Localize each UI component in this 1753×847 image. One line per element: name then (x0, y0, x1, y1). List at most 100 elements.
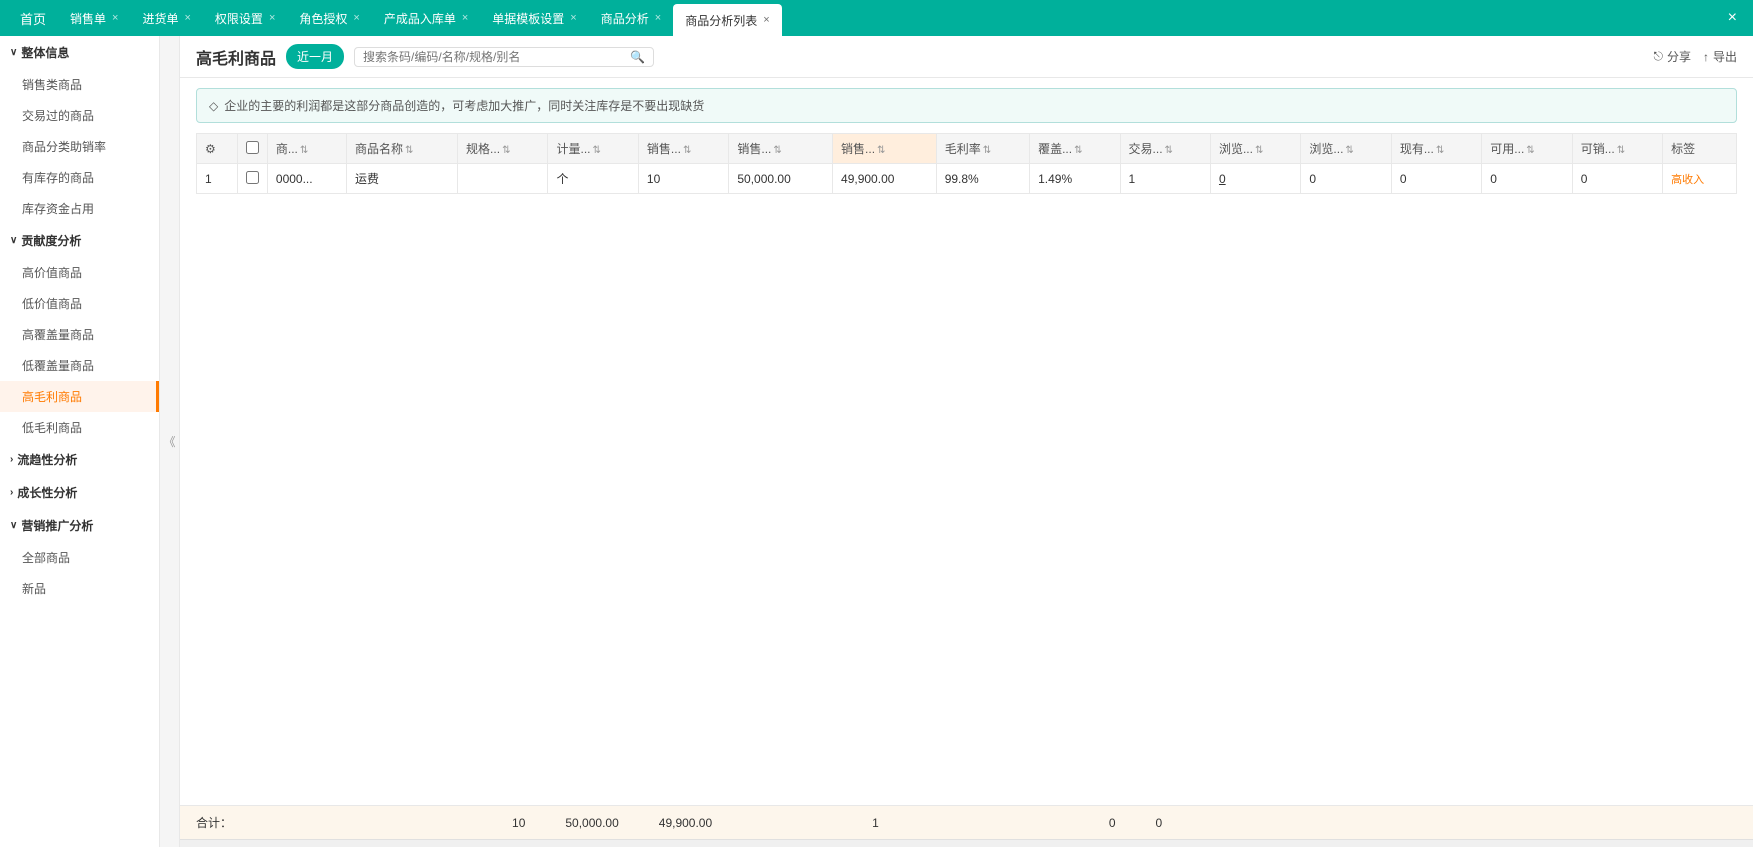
close-purchase-icon[interactable]: × (184, 12, 190, 24)
sidebar-item-goods-inventory[interactable]: 有库存的商品 (0, 162, 159, 193)
cell-browse2: 0 (1301, 164, 1391, 194)
th-unit[interactable]: 计量...⇅ (548, 134, 638, 164)
sidebar-item-high-margin[interactable]: 高毛利商品 (0, 381, 159, 412)
cell-code: 0000... (267, 164, 346, 194)
close-role-auth-icon[interactable]: × (353, 12, 359, 24)
sidebar-group-overall[interactable]: ∨ 整体信息 (0, 36, 159, 69)
sort-code-icon[interactable]: ⇅ (300, 145, 308, 156)
collapse-sidebar-button[interactable]: 《 (160, 36, 180, 847)
close-template-icon[interactable]: × (570, 12, 576, 24)
nav-product-entry[interactable]: 产成品入库单 × (372, 0, 480, 36)
th-sellable[interactable]: 可销...⇅ (1572, 134, 1662, 164)
sort-browse1-icon[interactable]: ⇅ (1255, 145, 1263, 156)
footer-trade: 1 (872, 816, 879, 830)
nav-role-auth[interactable]: 角色授权 × (287, 0, 371, 36)
th-checkbox[interactable] (237, 134, 267, 164)
th-browse2[interactable]: 浏览...⇅ (1301, 134, 1391, 164)
close-product-entry-icon[interactable]: × (462, 12, 468, 24)
sidebar-group-marketing[interactable]: ∨ 营销推广分析 (0, 509, 159, 542)
sidebar-item-inventory-capital[interactable]: 库存资金占用 (0, 193, 159, 224)
th-sales-qty[interactable]: 销售...⇅ (638, 134, 728, 164)
sidebar-group-wealth[interactable]: ∨ 贡献度分析 (0, 224, 159, 257)
nav-goods-analysis[interactable]: 商品分析 × (589, 0, 673, 36)
cell-sales-qty: 10 (638, 164, 728, 194)
th-browse1[interactable]: 浏览...⇅ (1210, 134, 1300, 164)
cell-spec (458, 164, 548, 194)
sort-sales-qty-icon[interactable]: ⇅ (683, 145, 691, 156)
th-current-qty[interactable]: 现有...⇅ (1391, 134, 1481, 164)
browse1-link[interactable]: 0 (1219, 172, 1226, 186)
app-close-button[interactable]: × (1720, 9, 1745, 27)
cell-tag: 高收入 (1663, 164, 1737, 194)
sidebar-item-goods-assist[interactable]: 商品分类助销率 (0, 131, 159, 162)
sidebar-item-low-freq[interactable]: 低覆盖量商品 (0, 350, 159, 381)
sort-trade-icon[interactable]: ⇅ (1165, 145, 1173, 156)
export-button[interactable]: ↑ 导出 (1703, 48, 1737, 65)
sort-available-icon[interactable]: ⇅ (1526, 145, 1534, 156)
close-goods-analysis-icon[interactable]: × (655, 12, 661, 24)
sidebar-item-new-goods[interactable]: 新品 (0, 573, 159, 604)
sort-browse2-icon[interactable]: ⇅ (1345, 145, 1353, 156)
sidebar-item-high-price[interactable]: 高价值商品 (0, 257, 159, 288)
row-checkbox[interactable] (246, 171, 259, 184)
close-goods-analysis-list-icon[interactable]: × (763, 14, 769, 26)
sidebar-group-growth[interactable]: › 成长性分析 (0, 476, 159, 509)
collapse-icon: 《 (163, 433, 175, 450)
filter-recent-month-button[interactable]: 近一月 (286, 44, 344, 69)
tag-high-income: 高收入 (1671, 174, 1704, 186)
goods-table: ⚙ 商...⇅ 商品名称⇅ 规格...⇅ 计量...⇅ 销售...⇅ 销售...… (196, 133, 1737, 194)
th-settings[interactable]: ⚙ (197, 134, 238, 164)
sort-sellable-icon[interactable]: ⇅ (1617, 145, 1625, 156)
sort-unit-icon[interactable]: ⇅ (593, 145, 601, 156)
footer-sales-qty: 10 (512, 816, 525, 830)
export-icon: ↑ (1703, 50, 1709, 64)
cell-sales-amt: 50,000.00 (729, 164, 833, 194)
sidebar-group-trend[interactable]: › 流趋性分析 (0, 443, 159, 476)
sidebar-item-traded-goods[interactable]: 交易过的商品 (0, 100, 159, 131)
th-sales-profit[interactable]: 销售...⇅ (833, 134, 937, 164)
nav-sales[interactable]: 销售单 × (58, 0, 130, 36)
sidebar-item-all-goods[interactable]: 全部商品 (0, 542, 159, 573)
sidebar-item-low-price[interactable]: 低价值商品 (0, 288, 159, 319)
search-icon[interactable]: 🔍 (630, 50, 645, 64)
cell-browse1[interactable]: 0 (1210, 164, 1300, 194)
th-code[interactable]: 商...⇅ (267, 134, 346, 164)
settings-icon[interactable]: ⚙ (205, 142, 216, 156)
nav-auth-setup[interactable]: 权限设置 × (203, 0, 287, 36)
horizontal-scrollbar[interactable] (180, 839, 1753, 847)
sort-margin-rate-icon[interactable]: ⇅ (983, 145, 991, 156)
sort-spec-icon[interactable]: ⇅ (502, 145, 510, 156)
share-button[interactable]: ⎋ 分享 (1653, 48, 1691, 65)
sidebar-item-low-margin[interactable]: 低毛利商品 (0, 412, 159, 443)
th-spec[interactable]: 规格...⇅ (458, 134, 548, 164)
sort-sales-amt-icon[interactable]: ⇅ (773, 145, 781, 156)
nav-home[interactable]: 首页 (8, 0, 58, 36)
th-tag[interactable]: 标签 (1663, 134, 1737, 164)
th-trade[interactable]: 交易...⇅ (1120, 134, 1210, 164)
close-auth-setup-icon[interactable]: × (269, 12, 275, 24)
cell-name: 运费 (346, 164, 457, 194)
content-area: 高毛利商品 近一月 🔍 ⎋ 分享 ↑ 导出 ◇ 企业的主要的利润都是这部分商品创… (180, 36, 1753, 847)
sort-sales-profit-icon[interactable]: ⇅ (877, 145, 885, 156)
nav-template[interactable]: 单据模板设置 × (480, 0, 588, 36)
sort-coverage-icon[interactable]: ⇅ (1074, 145, 1082, 156)
th-margin-rate[interactable]: 毛利率⇅ (936, 134, 1029, 164)
search-input[interactable] (363, 50, 630, 64)
table-row: 1 0000... 运费 个 10 50,000.00 49,900.00 99… (197, 164, 1737, 194)
th-available[interactable]: 可用...⇅ (1482, 134, 1572, 164)
nav-purchase[interactable]: 进货单 × (130, 0, 202, 36)
close-sales-icon[interactable]: × (112, 12, 118, 24)
arrow-overall-icon: ∨ (10, 47, 17, 58)
cell-checkbox[interactable] (237, 164, 267, 194)
sidebar-item-high-freq[interactable]: 高覆盖量商品 (0, 319, 159, 350)
sidebar: ∨ 整体信息 销售类商品 交易过的商品 商品分类助销率 有库存的商品 库存资金占… (0, 36, 160, 847)
arrow-growth-icon: › (10, 487, 13, 498)
nav-goods-analysis-list[interactable]: 商品分析列表 × (673, 4, 781, 36)
sidebar-item-sales-goods[interactable]: 销售类商品 (0, 69, 159, 100)
th-name[interactable]: 商品名称⇅ (346, 134, 457, 164)
sort-name-icon[interactable]: ⇅ (405, 145, 413, 156)
th-sales-amt[interactable]: 销售...⇅ (729, 134, 833, 164)
select-all-checkbox[interactable] (246, 141, 259, 154)
sort-current-qty-icon[interactable]: ⇅ (1436, 145, 1444, 156)
th-coverage[interactable]: 覆盖...⇅ (1030, 134, 1120, 164)
